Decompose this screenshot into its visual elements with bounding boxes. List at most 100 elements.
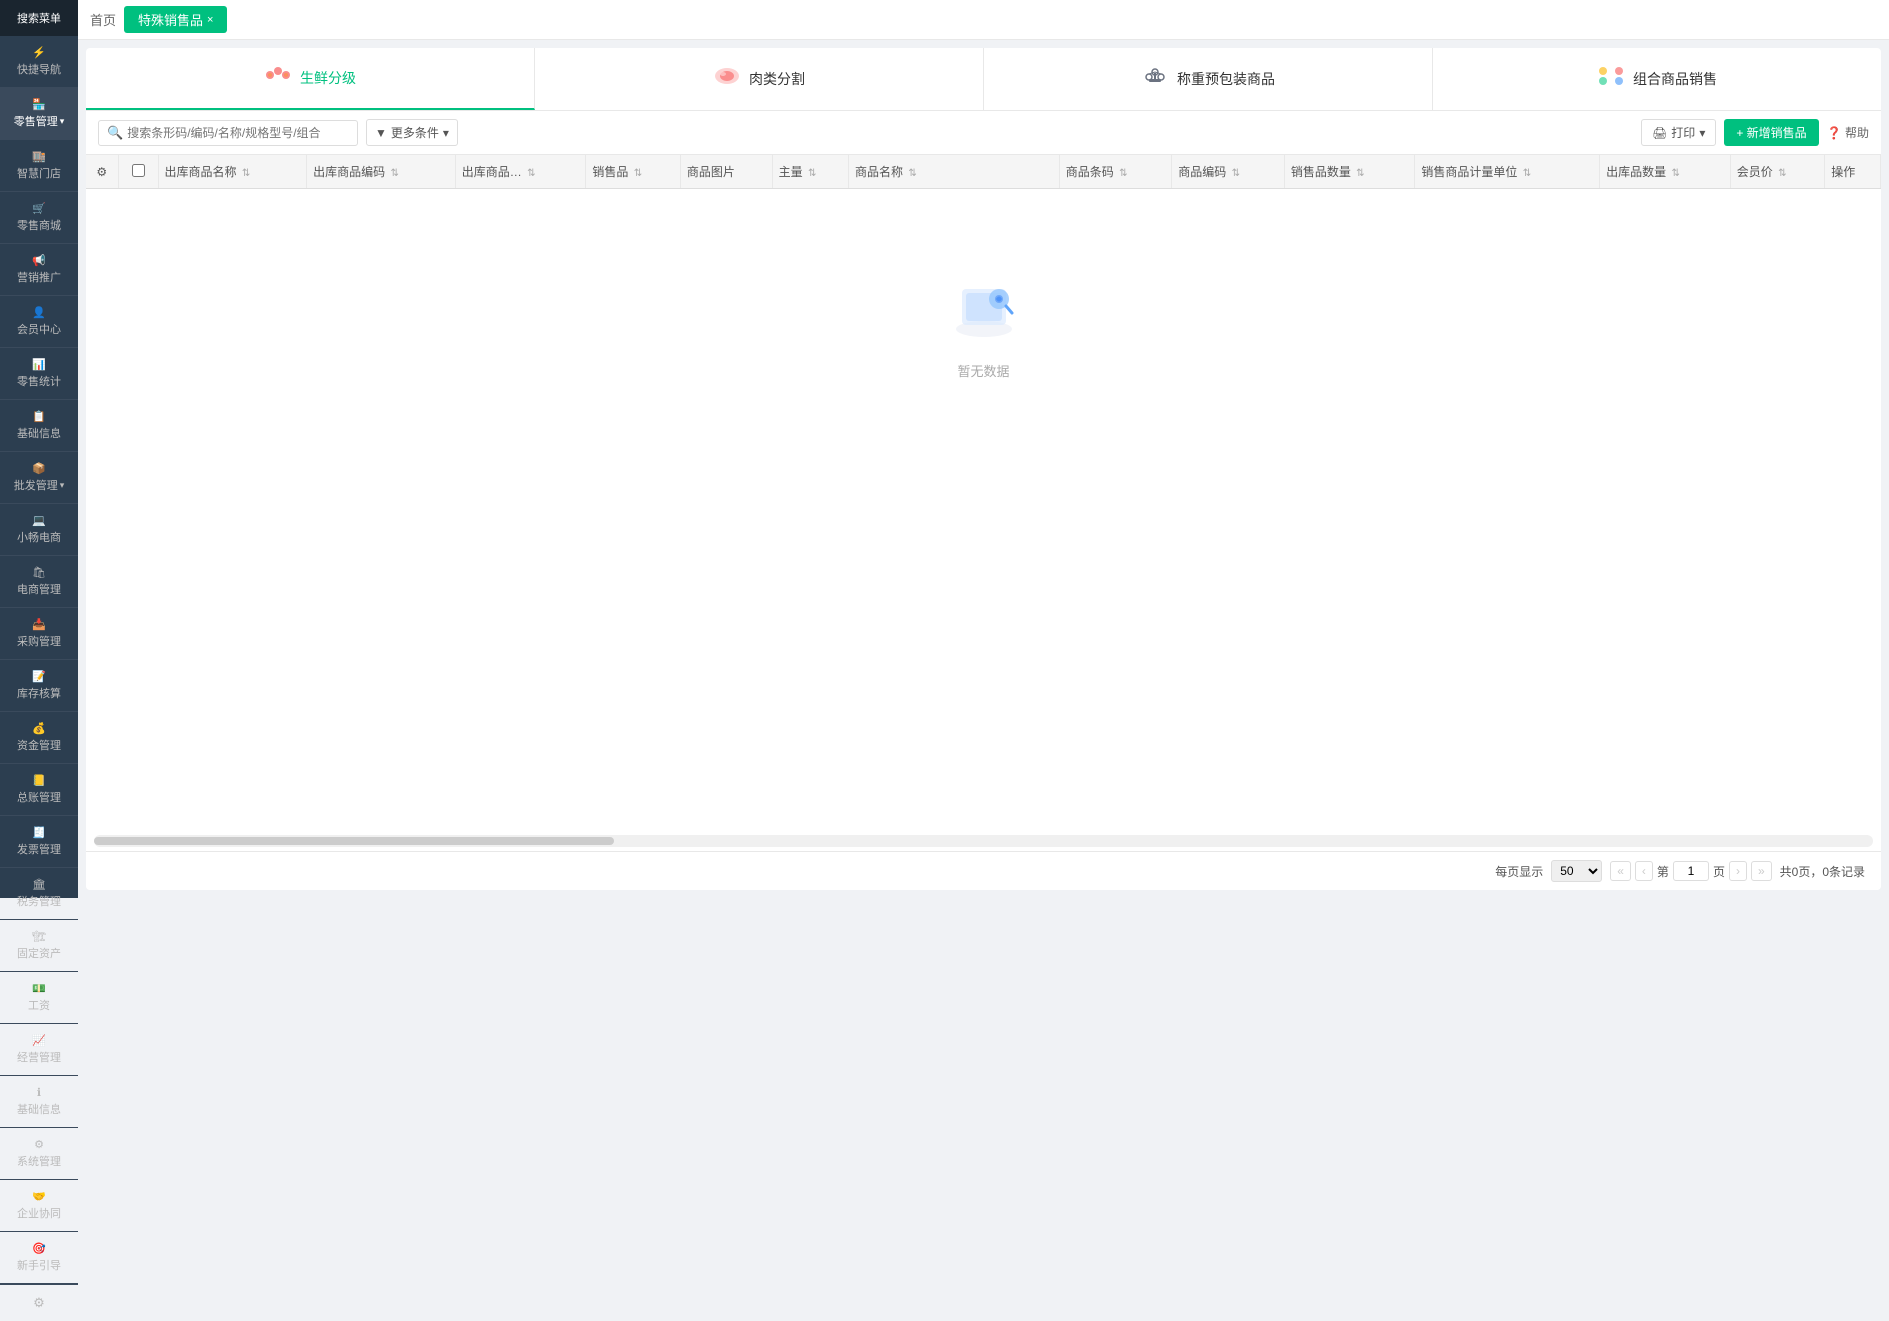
combo-icon (1597, 65, 1625, 93)
wholesale-arrow-icon: ▾ (60, 480, 65, 491)
next-page-button[interactable]: › (1729, 861, 1747, 881)
finance-icon: 💰 (32, 722, 46, 735)
sidebar-item-collab[interactable]: 🤝 企业协同 (0, 1180, 78, 1232)
col-product-code[interactable]: 商品编码 ⇅ (1172, 155, 1285, 189)
sidebar: 搜索菜单 ⚡ 快捷导航 🏪 零售管理 ▾ 🏬 智慧门店 🛒 零售商城 📢 营销推… (0, 0, 78, 898)
category-tabs: 生鲜分级 肉类分割 (86, 48, 1881, 111)
col-check[interactable] (118, 155, 158, 189)
salary-icon: 💵 (32, 982, 46, 995)
help-button[interactable]: ❓ 帮助 (1827, 124, 1869, 141)
page-size-select[interactable]: 10 20 50 100 (1551, 860, 1602, 882)
retail-stats-icon: 📊 (32, 358, 46, 371)
col-product-barcode[interactable]: 商品条码 ⇅ (1059, 155, 1172, 189)
sidebar-item-assets[interactable]: 🏗 固定资产 (0, 920, 78, 972)
sidebar-item-retail-mgmt[interactable]: 🏪 零售管理 ▾ (0, 88, 78, 140)
tab-combo[interactable]: 组合商品销售 (1433, 48, 1881, 110)
col-sale-unit[interactable]: 销售商品计量单位 ⇅ (1415, 155, 1600, 189)
sort-icon: ⇅ (391, 168, 399, 179)
system-icon: ⚙ (34, 1138, 44, 1151)
breadcrumb: 首页 (90, 10, 116, 29)
scale-icon (1141, 65, 1169, 93)
sidebar-item-wholesale[interactable]: 📦 批发管理 ▾ (0, 452, 78, 504)
settings-button[interactable]: ⚙ (0, 1284, 78, 1321)
sidebar-item-smart-store[interactable]: 🏬 智慧门店 (0, 140, 78, 192)
horizontal-scrollbar[interactable] (94, 835, 1873, 847)
col-action: 操作 (1825, 155, 1881, 189)
col-sale-product[interactable]: 销售品 ⇅ (586, 155, 680, 189)
data-table: ⚙ 出库商品名称 ⇅ 出库商品编码 ⇅ 出库商品 (86, 155, 1881, 189)
sidebar-item-ecom-mgmt[interactable]: 🛍 电商管理 (0, 556, 78, 608)
wholesale-icon: 📦 (32, 462, 46, 475)
gear-icon: ⚙ (33, 1295, 45, 1310)
sidebar-item-finance[interactable]: 💰 资金管理 (0, 712, 78, 764)
sidebar-item-biz-mgmt[interactable]: 📈 经营管理 (0, 1024, 78, 1076)
sidebar-item-retail-mall[interactable]: 🛒 零售商城 (0, 192, 78, 244)
top-bar: 首页 特殊销售品 × (78, 0, 1889, 40)
sidebar-item-invoice[interactable]: 🧾 发票管理 (0, 816, 78, 868)
page-nav: « ‹ 第 页 › » (1610, 861, 1771, 881)
search-input[interactable] (127, 126, 347, 140)
sidebar-item-system[interactable]: ⚙ 系统管理 (0, 1128, 78, 1180)
sidebar-item-purchase[interactable]: 📥 采购管理 (0, 608, 78, 660)
sidebar-item-base-info-1[interactable]: 📋 基础信息 (0, 400, 78, 452)
sidebar-item-member[interactable]: 👤 会员中心 (0, 296, 78, 348)
sidebar-item-ecommerce[interactable]: 💻 小畅电商 (0, 504, 78, 556)
sidebar-item-salary[interactable]: 💵 工资 (0, 972, 78, 1024)
col-gear[interactable]: ⚙ (86, 155, 118, 189)
print-arrow-icon: ▾ (1699, 126, 1705, 140)
sidebar-logo[interactable]: 搜索菜单 (0, 0, 78, 36)
col-out-product-spec[interactable]: 出库商品… ⇅ (455, 155, 586, 189)
sidebar-item-quick-nav[interactable]: ⚡ 快捷导航 (0, 36, 78, 88)
empty-state: 暂无数据 (86, 189, 1881, 460)
col-product-name[interactable]: 商品名称 ⇅ (849, 155, 1060, 189)
search-box[interactable]: 🔍 (98, 120, 358, 146)
sort-icon: ⇅ (1356, 168, 1364, 179)
sidebar-item-retail-stats[interactable]: 📊 零售统计 (0, 348, 78, 400)
inventory-icon: 📝 (32, 670, 46, 683)
retail-mall-icon: 🛒 (32, 202, 46, 215)
tab-meat[interactable]: 肉类分割 (535, 48, 984, 110)
sort-icon: ⇅ (1232, 168, 1240, 179)
sort-icon: ⇅ (1672, 168, 1680, 179)
sort-icon: ⇅ (1119, 168, 1127, 179)
tab-scale[interactable]: 称重预包装商品 (984, 48, 1433, 110)
active-tab[interactable]: 特殊销售品 × (124, 6, 227, 33)
sidebar-item-base-info-2[interactable]: ℹ 基础信息 (0, 1076, 78, 1128)
smart-store-icon: 🏬 (32, 150, 46, 163)
chevron-down-icon: ▾ (60, 116, 65, 127)
sort-icon: ⇅ (1523, 168, 1531, 179)
col-sale-qty[interactable]: 销售品数量 ⇅ (1284, 155, 1415, 189)
fresh-icon (264, 64, 292, 92)
sidebar-item-inventory[interactable]: 📝 库存核算 (0, 660, 78, 712)
biz-mgmt-icon: 📈 (32, 1034, 46, 1047)
prev-page-button[interactable]: ‹ (1635, 861, 1653, 881)
col-out-product-name[interactable]: 出库商品名称 ⇅ (158, 155, 307, 189)
sidebar-item-ledger[interactable]: 📒 总账管理 (0, 764, 78, 816)
col-product-image[interactable]: 商品图片 (680, 155, 772, 189)
sidebar-item-tax[interactable]: 🏛 税务管理 (0, 868, 78, 920)
scroll-thumb[interactable] (94, 837, 614, 845)
col-member-price[interactable]: 会员价 ⇅ (1730, 155, 1824, 189)
col-out-qty[interactable]: 出库品数量 ⇅ (1600, 155, 1731, 189)
first-page-button[interactable]: « (1610, 861, 1631, 881)
col-out-product-code[interactable]: 出库商品编码 ⇅ (307, 155, 456, 189)
sort-icon: ⇅ (634, 168, 642, 179)
new-sale-product-button[interactable]: + 新增销售品 (1724, 119, 1818, 146)
toolbar-right: 🖨 打印 ▾ + 新增销售品 ❓ 帮助 (1641, 119, 1869, 146)
last-page-button[interactable]: » (1751, 861, 1772, 881)
sort-icon: ⇅ (527, 168, 535, 179)
assets-icon: 🏗 (32, 930, 46, 943)
select-all-checkbox[interactable] (132, 164, 145, 177)
page-input[interactable] (1673, 861, 1709, 881)
quick-nav-icon: ⚡ (32, 46, 46, 59)
sidebar-item-guide[interactable]: 🎯 新手引导 (0, 1232, 78, 1284)
purchase-icon: 📥 (32, 618, 46, 631)
filter-button[interactable]: ▼ 更多条件 ▾ (366, 119, 458, 146)
print-button[interactable]: 🖨 打印 ▾ (1641, 119, 1716, 146)
tab-fresh[interactable]: 生鲜分级 (86, 48, 535, 110)
sidebar-item-marketing[interactable]: 📢 营销推广 (0, 244, 78, 296)
col-main-qty[interactable]: 主量 ⇅ (772, 155, 848, 189)
tab-close-button[interactable]: × (207, 14, 213, 26)
ecom-mgmt-icon: 🛍 (32, 566, 46, 579)
member-icon: 👤 (32, 306, 46, 319)
